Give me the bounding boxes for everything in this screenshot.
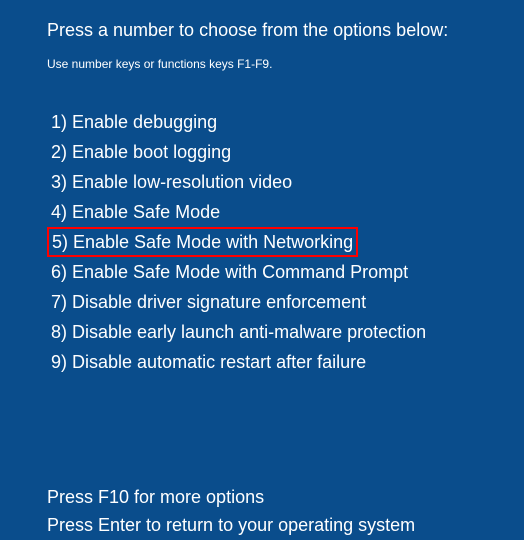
option-6-enable-safe-mode-command-prompt[interactable]: 6) Enable Safe Mode with Command Prompt	[47, 257, 412, 287]
option-8-disable-anti-malware[interactable]: 8) Disable early launch anti-malware pro…	[47, 317, 430, 347]
footer-return: Press Enter to return to your operating …	[47, 511, 524, 539]
option-3-enable-low-resolution-video[interactable]: 3) Enable low-resolution video	[47, 167, 296, 197]
option-7-disable-driver-signature[interactable]: 7) Disable driver signature enforcement	[47, 287, 370, 317]
startup-options-list: 1) Enable debugging 2) Enable boot loggi…	[47, 107, 524, 377]
footer-more-options: Press F10 for more options	[47, 483, 524, 511]
footer: Press F10 for more options Press Enter t…	[47, 483, 524, 539]
option-2-enable-boot-logging[interactable]: 2) Enable boot logging	[47, 137, 235, 167]
option-9-disable-auto-restart[interactable]: 9) Disable automatic restart after failu…	[47, 347, 370, 377]
page-heading: Press a number to choose from the option…	[47, 20, 524, 41]
option-1-enable-debugging[interactable]: 1) Enable debugging	[47, 107, 221, 137]
option-5-enable-safe-mode-networking[interactable]: 5) Enable Safe Mode with Networking	[47, 227, 358, 257]
option-4-enable-safe-mode[interactable]: 4) Enable Safe Mode	[47, 197, 224, 227]
page-subheading: Use number keys or functions keys F1-F9.	[47, 57, 524, 71]
